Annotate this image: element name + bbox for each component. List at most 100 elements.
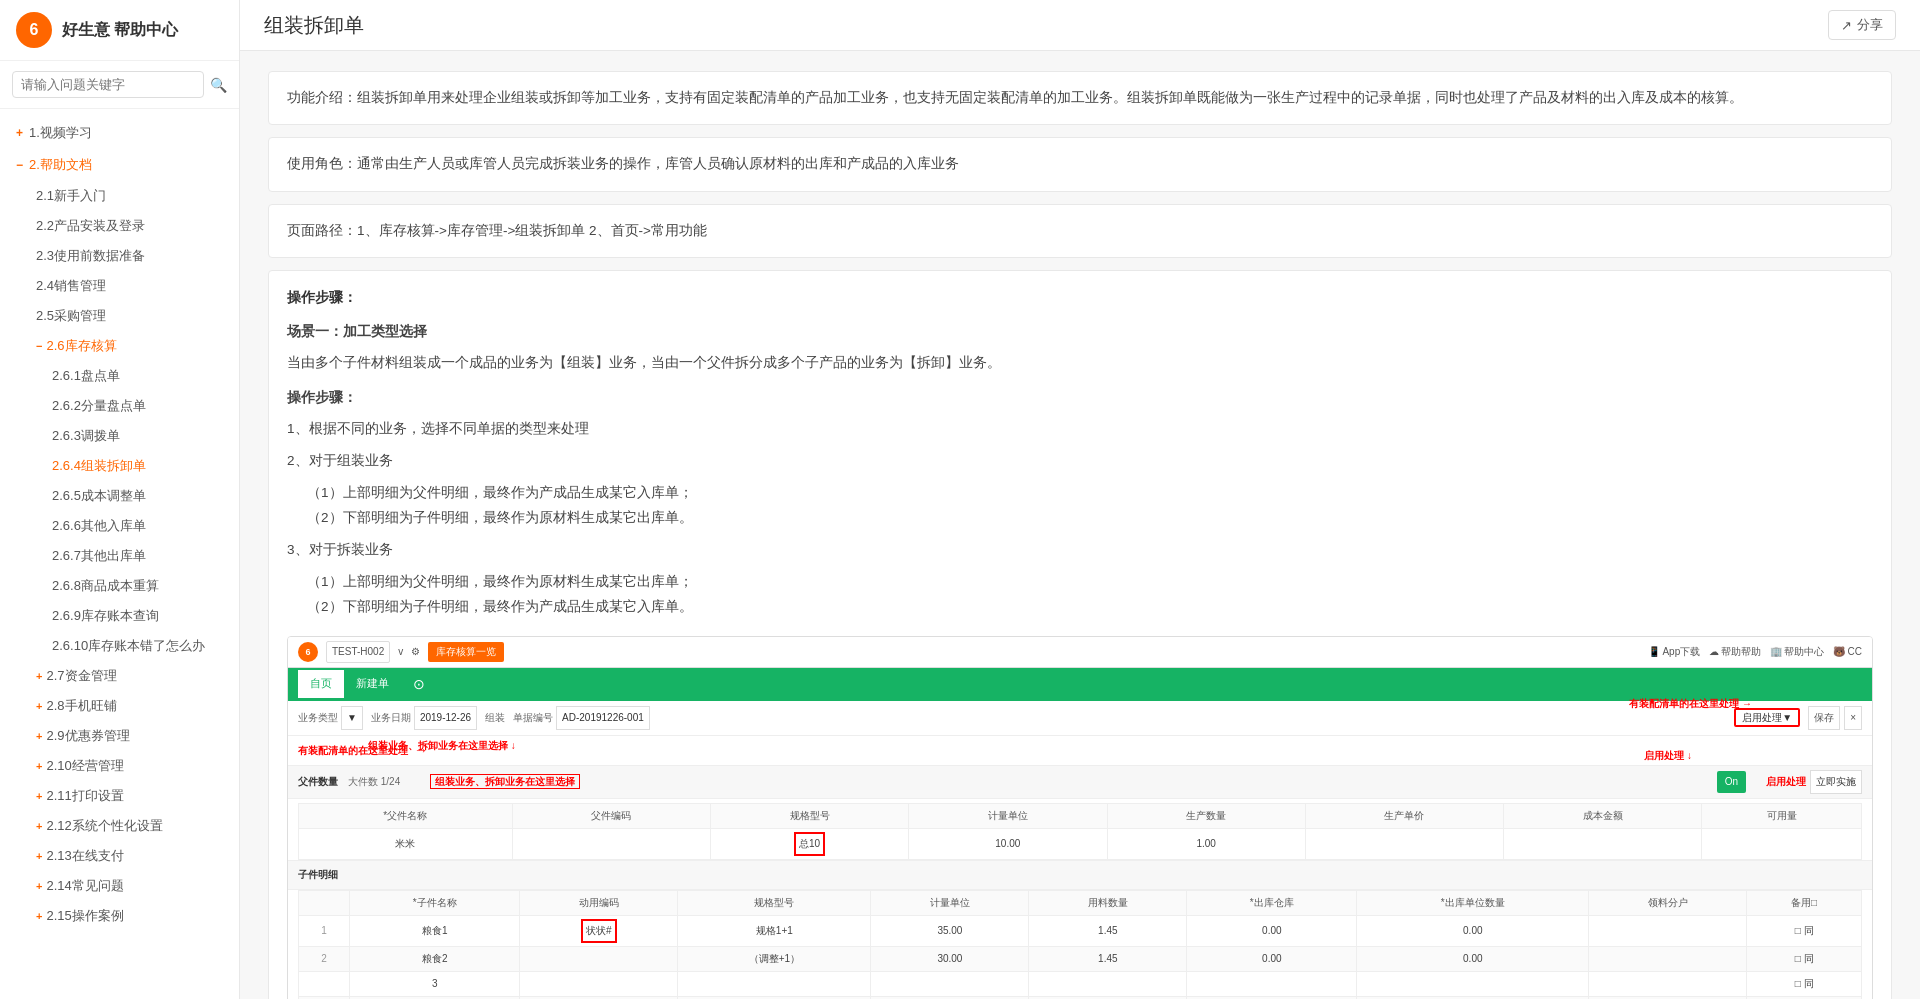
- inner-nav-settings: ⚙: [411, 643, 420, 661]
- operation-title: 操作步骤：: [287, 285, 1873, 310]
- operations-block: 操作步骤： 场景一：加工类型选择 当由多个子件材料组装成一个成品的业务为【组装】…: [268, 270, 1892, 999]
- th-qty: 生产数量: [1107, 804, 1305, 829]
- th-parent-code: 父件编码: [512, 804, 710, 829]
- nav-sub-2-6-9[interactable]: 2.6.9库存账本查询: [0, 601, 239, 631]
- nav-sub-2-8[interactable]: + 2.8手机旺铺: [0, 691, 239, 721]
- nav-sub-2-3[interactable]: 2.3使用前数据准备: [0, 241, 239, 271]
- nav-sub-label-2-2: 2.2产品安装及登录: [36, 217, 145, 235]
- step-2-1: （1）上部明细为父件明细，最终作为产成品生成某它入库单；: [307, 480, 1873, 506]
- inner-code-value: AD-20191226-001: [556, 706, 650, 730]
- nav-sub-label-2-8: 2.8手机旺铺: [46, 697, 116, 715]
- search-input[interactable]: [12, 71, 204, 98]
- nav-sub-2-12[interactable]: + 2.12系统个性化设置: [0, 811, 239, 841]
- nav-tree: + 1.视频学习 − 2.帮助文档 2.1新手入门 2.2产品安装及登录 2.3…: [0, 109, 239, 999]
- nav-sub-2-4[interactable]: 2.4销售管理: [0, 271, 239, 301]
- td-wh-qty-2: 0.00: [1357, 946, 1589, 971]
- nav-sub-2-6-5[interactable]: 2.6.5成本调整单: [0, 481, 239, 511]
- nav-sub-2-9[interactable]: + 2.9优惠券管理: [0, 721, 239, 751]
- share-label: 分享: [1857, 16, 1883, 34]
- nav-sub-2-6-2[interactable]: 2.6.2分量盘点单: [0, 391, 239, 421]
- nav-sub-2-10[interactable]: + 2.10经营管理: [0, 751, 239, 781]
- inner-lower-table-container: *子件名称 动用编码 规格型号 计量单位 用料数量 *出库仓库 *出库单位数量 …: [288, 890, 1872, 999]
- inner-type-dropdown[interactable]: ▼: [341, 706, 363, 730]
- td-spec: 总10: [710, 829, 908, 860]
- th-no: [299, 890, 350, 915]
- nav-label-1: 1.视频学习: [29, 124, 92, 142]
- inner-close-btn[interactable]: ×: [1844, 706, 1862, 730]
- nav-sub-2-6-10[interactable]: 2.6.10库存账本错了怎么办: [0, 631, 239, 661]
- expand-icon-2-14: +: [36, 880, 42, 892]
- nav-sub-2-6-6[interactable]: 2.6.6其他入库单: [0, 511, 239, 541]
- inner-confirm-btn[interactable]: 立即实施: [1810, 770, 1862, 794]
- nav-sub-2-6-1[interactable]: 2.6.1盘点单: [0, 361, 239, 391]
- inner-form-assembly: 组装: [485, 709, 505, 727]
- inner-process-btn[interactable]: 启用处理▼: [1734, 708, 1800, 727]
- expand-icon-2: −: [16, 158, 23, 172]
- nav-sub-label-2-12: 2.12系统个性化设置: [46, 817, 162, 835]
- nav-sub-label-2-6-1: 2.6.1盘点单: [52, 367, 120, 385]
- nav-sub-2-6-3[interactable]: 2.6.3调拨单: [0, 421, 239, 451]
- inner-date-value: 2019-12-26: [414, 706, 477, 730]
- nav-sub-2-1[interactable]: 2.1新手入门: [0, 181, 239, 211]
- inner-annotation-row1: 有装配清单的在这里处理 →: [288, 736, 1872, 766]
- td-price-val: [1305, 829, 1503, 860]
- nav-sub-2-5[interactable]: 2.5采购管理: [0, 301, 239, 331]
- inner-assembly-label: 组装: [485, 709, 505, 727]
- td-parent-code: [512, 829, 710, 860]
- inner-tab-home[interactable]: 自页: [298, 670, 344, 698]
- table-row: 米米 总10 10.00 1.00: [299, 829, 1862, 860]
- inner-tab-new[interactable]: 新建单: [344, 670, 401, 698]
- th-available: 可用量: [1702, 804, 1862, 829]
- search-box: 🔍: [0, 61, 239, 109]
- nav-item-2[interactable]: − 2.帮助文档: [0, 149, 239, 181]
- search-icon[interactable]: 🔍: [210, 77, 227, 93]
- td-extra-2: □ 同: [1747, 946, 1862, 971]
- arrow-right-icon: →: [414, 738, 428, 763]
- nav-sub-label-2-4: 2.4销售管理: [36, 277, 106, 295]
- inner-code-label: 单据编号: [513, 709, 553, 727]
- td-wh-2: 0.00: [1187, 946, 1357, 971]
- inner-overview-btn[interactable]: 库存核算一览: [428, 642, 504, 662]
- inner-nav-sep: v: [398, 643, 403, 661]
- inner-nav-right: 📱 App下载 ☁ 帮助帮助 🏢 帮助中心 🐻 CC: [1648, 643, 1862, 661]
- nav-sub-2-7[interactable]: + 2.7资金管理: [0, 661, 239, 691]
- th-parent-name: *父件名称: [299, 804, 513, 829]
- nav-sub-2-6-4[interactable]: 2.6.4组装拆卸单: [0, 451, 239, 481]
- content-area: 功能介绍：组装拆卸单用来处理企业组装或拆卸等加工业务，支持有固定装配清单的产品加…: [240, 51, 1920, 999]
- th-child-spec: 规格型号: [678, 890, 871, 915]
- inner-upper-title: 父件数量: [298, 773, 338, 791]
- th-warehouse: *出库仓库: [1187, 890, 1357, 915]
- expand-icon-2-15: +: [36, 910, 42, 922]
- inner-on-toggle[interactable]: On: [1717, 771, 1746, 793]
- inner-on-area: On: [1717, 771, 1746, 793]
- nav-sub-label-2-6-5: 2.6.5成本调整单: [52, 487, 146, 505]
- td-row-no-2: 2: [299, 946, 350, 971]
- share-icon: ↗: [1841, 18, 1852, 33]
- th-child-name: *子件名称: [350, 890, 520, 915]
- td-child-name-2: 粮食2: [350, 946, 520, 971]
- th-extra: 备用□: [1747, 890, 1862, 915]
- nav-sub-2-15[interactable]: + 2.15操作案例: [0, 901, 239, 931]
- brand-name: 好生意 帮助中心: [62, 20, 178, 41]
- nav-sub-2-14[interactable]: + 2.14常见问题: [0, 871, 239, 901]
- nav-sub-label-2-13: 2.13在线支付: [46, 847, 123, 865]
- inner-tab-icon[interactable]: ⊙: [401, 668, 437, 701]
- share-button[interactable]: ↗ 分享: [1828, 10, 1896, 40]
- inner-form-date: 业务日期 2019-12-26: [371, 706, 477, 730]
- th-cost: 成本金额: [1504, 804, 1702, 829]
- nav-sub-2-11[interactable]: + 2.11打印设置: [0, 781, 239, 811]
- nav-sub-2-2[interactable]: 2.2产品安装及登录: [0, 211, 239, 241]
- nav-item-1[interactable]: + 1.视频学习: [0, 117, 239, 149]
- inner-form-header: 业务类型 ▼ 业务日期 2019-12-26 组装 单据编号 AD-2019: [288, 701, 1872, 736]
- inner-save-btn[interactable]: 保存: [1808, 706, 1840, 730]
- td-code-annotated: 状状#: [581, 919, 617, 943]
- td-child-spec-1: 规格1+1: [678, 915, 871, 946]
- scene1-title: 场景一：加工类型选择: [287, 320, 1873, 344]
- nav-sub-2-6-8[interactable]: 2.6.8商品成本重算: [0, 571, 239, 601]
- nav-sub-label-2-5: 2.5采购管理: [36, 307, 106, 325]
- nav-sub-2-6-7[interactable]: 2.6.7其他出库单: [0, 541, 239, 571]
- th-spec: 规格型号: [710, 804, 908, 829]
- step-3: 3、对于拆装业务: [287, 537, 1873, 563]
- nav-sub-2-13[interactable]: + 2.13在线支付: [0, 841, 239, 871]
- nav-sub-2-6[interactable]: − 2.6库存核算: [0, 331, 239, 361]
